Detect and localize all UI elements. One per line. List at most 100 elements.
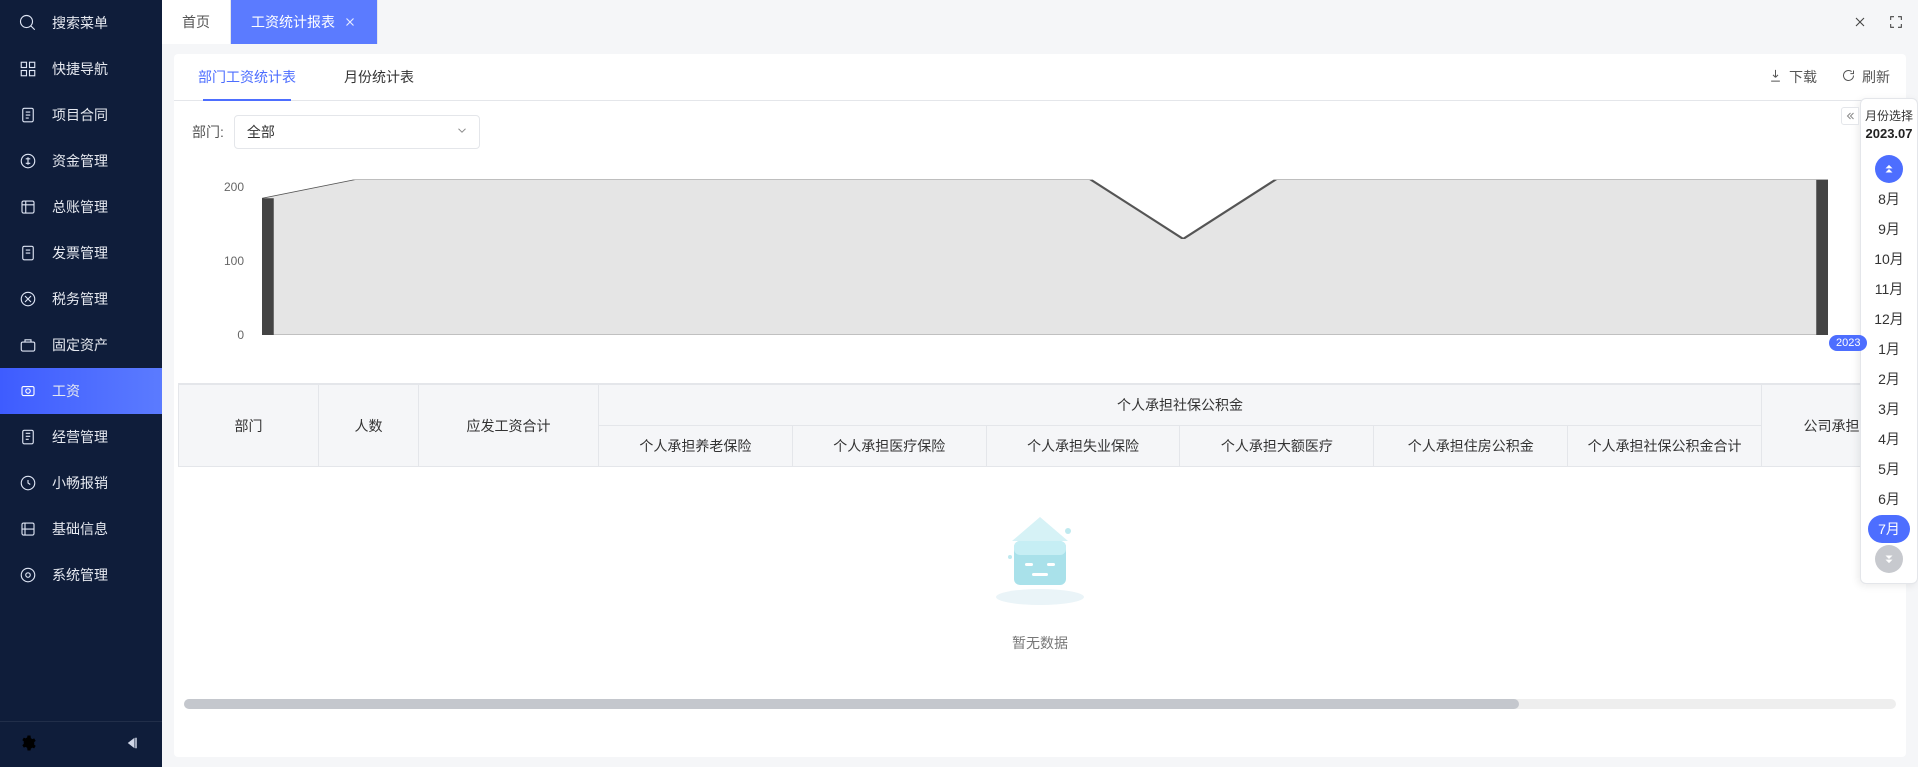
month-picker-item[interactable]: 9月 <box>1861 215 1917 243</box>
month-picker-item[interactable]: 1月 <box>1861 335 1917 363</box>
sidebar-item-doc[interactable]: 项目合同 <box>0 92 162 138</box>
chart-ytick: 0 <box>204 328 244 342</box>
th-sub: 个人承担社保公积金合计 <box>1568 426 1762 467</box>
download-label: 下载 <box>1789 67 1817 87</box>
refresh-label: 刷新 <box>1862 67 1890 87</box>
month-picker-year-badge: 2023 <box>1829 335 1867 351</box>
sidebar-item-system[interactable]: 系统管理 <box>0 552 162 598</box>
th-sub: 个人承担失业保险 <box>986 426 1180 467</box>
sidebar-item-base[interactable]: 基础信息 <box>0 506 162 552</box>
th-sub: 个人承担住房公积金 <box>1374 426 1568 467</box>
table-scroll[interactable]: 部门 人数 应发工资合计 个人承担社保公积金 公司承担 个人承担养老保险个人承担… <box>178 383 1902 467</box>
th-sub: 个人承担医疗保险 <box>792 426 986 467</box>
month-picker-current: 2023.07 <box>1861 126 1917 149</box>
tax-icon <box>18 289 38 309</box>
th-department: 部门 <box>179 385 319 467</box>
page-tab-salary-report[interactable]: 工资统计报表 <box>231 0 378 44</box>
month-picker-item[interactable]: 10月 <box>1861 245 1917 273</box>
sidebar-item-label: 搜索菜单 <box>52 13 108 33</box>
department-select-value: 全部 <box>247 122 275 142</box>
th-gross: 应发工资合计 <box>419 385 599 467</box>
sidebar-item-label: 小畅报销 <box>52 473 108 493</box>
month-picker-item[interactable]: 2月 <box>1861 365 1917 393</box>
sidebar-item-label: 发票管理 <box>52 243 108 263</box>
sidebar-item-expense[interactable]: 小畅报销 <box>0 460 162 506</box>
sidebar-items: 搜索菜单快捷导航项目合同资金管理总账管理发票管理税务管理固定资产工资经营管理小畅… <box>0 0 162 721</box>
workspace: 部门工资统计表 月份统计表 下载 刷新 <box>162 44 1918 767</box>
salary-icon <box>18 381 38 401</box>
sidebar-item-label: 基础信息 <box>52 519 108 539</box>
base-icon <box>18 519 38 539</box>
month-picker-item[interactable]: 5月 <box>1861 455 1917 483</box>
page-tab-label: 首页 <box>182 12 210 32</box>
horizontal-scrollbar[interactable] <box>184 699 1896 709</box>
department-select[interactable]: 全部 <box>234 115 480 149</box>
fullscreen-icon[interactable] <box>1888 14 1904 30</box>
subtab-month[interactable]: 月份统计表 <box>320 54 438 100</box>
subtab-department[interactable]: 部门工资统计表 <box>174 54 320 100</box>
month-picker-item[interactable]: 12月 <box>1861 305 1917 333</box>
month-picker-item[interactable]: 7月 <box>1868 515 1910 543</box>
sidebar-item-salary[interactable]: 工资 <box>0 368 162 414</box>
sidebar: 搜索菜单快捷导航项目合同资金管理总账管理发票管理税务管理固定资产工资经营管理小畅… <box>0 0 162 767</box>
empty-state-illustration <box>980 497 1100 617</box>
subtab-label: 部门工资统计表 <box>198 67 296 87</box>
filter-row: 部门: 全部 <box>174 101 1906 155</box>
sidebar-item-label: 固定资产 <box>52 335 108 355</box>
month-picker-down-button[interactable] <box>1875 545 1903 573</box>
th-sub: 个人承担大额医疗 <box>1180 426 1374 467</box>
month-picker-item[interactable]: 4月 <box>1861 425 1917 453</box>
ledger-icon <box>18 197 38 217</box>
chart-area <box>262 165 1828 335</box>
th-sub: 个人承担养老保险 <box>599 426 793 467</box>
money-icon <box>18 151 38 171</box>
month-picker-item[interactable]: 3月 <box>1861 395 1917 423</box>
search-icon <box>18 13 38 33</box>
chevron-down-icon <box>455 124 469 141</box>
sidebar-item-label: 资金管理 <box>52 151 108 171</box>
empty-state: 暂无数据 <box>174 467 1906 693</box>
collapse-sidebar-icon[interactable] <box>124 734 142 755</box>
month-picker: 月份选择 2023.07 8月9月10月11月12月20231月2月3月4月5月… <box>1860 98 1918 584</box>
refresh-button[interactable]: 刷新 <box>1841 67 1890 87</box>
sidebar-item-ledger[interactable]: 总账管理 <box>0 184 162 230</box>
th-group-personal: 个人承担社保公积金 <box>599 385 1762 426</box>
month-picker-expand-icon[interactable] <box>1841 107 1859 125</box>
refresh-icon <box>1841 68 1856 86</box>
close-all-tabs-icon[interactable] <box>1852 14 1868 30</box>
chart-ytick: 100 <box>204 254 244 268</box>
th-count: 人数 <box>319 385 419 467</box>
month-picker-up-button[interactable] <box>1875 155 1903 183</box>
report-subtabs: 部门工资统计表 月份统计表 下载 刷新 <box>174 54 1906 101</box>
sidebar-item-money[interactable]: 资金管理 <box>0 138 162 184</box>
subtab-label: 月份统计表 <box>344 67 414 87</box>
sidebar-item-label: 系统管理 <box>52 565 108 585</box>
download-button[interactable]: 下载 <box>1768 67 1817 87</box>
empty-state-text: 暂无数据 <box>1012 633 1068 653</box>
sidebar-item-biz[interactable]: 经营管理 <box>0 414 162 460</box>
sidebar-item-tax[interactable]: 税务管理 <box>0 276 162 322</box>
sidebar-item-grid[interactable]: 快捷导航 <box>0 46 162 92</box>
settings-icon[interactable] <box>20 734 38 755</box>
sidebar-item-invoice[interactable]: 发票管理 <box>0 230 162 276</box>
month-picker-item[interactable]: 8月 <box>1861 185 1917 213</box>
month-picker-item[interactable]: 6月 <box>1861 485 1917 513</box>
sidebar-item-label: 工资 <box>52 381 80 401</box>
month-picker-list: 8月9月10月11月12月20231月2月3月4月5月6月7月 <box>1861 149 1917 583</box>
doc-icon <box>18 105 38 125</box>
sidebar-item-label: 总账管理 <box>52 197 108 217</box>
sidebar-item-label: 项目合同 <box>52 105 108 125</box>
sidebar-item-search[interactable]: 搜索菜单 <box>0 0 162 46</box>
page-tab-home[interactable]: 首页 <box>162 0 231 44</box>
close-icon[interactable] <box>343 15 357 29</box>
chart-ytick: 200 <box>204 180 244 194</box>
asset-icon <box>18 335 38 355</box>
month-picker-item[interactable]: 11月 <box>1861 275 1917 303</box>
biz-icon <box>18 427 38 447</box>
expense-icon <box>18 473 38 493</box>
sidebar-item-label: 税务管理 <box>52 289 108 309</box>
page-tab-label: 工资统计报表 <box>251 12 335 32</box>
sidebar-item-asset[interactable]: 固定资产 <box>0 322 162 368</box>
sidebar-item-label: 快捷导航 <box>52 59 108 79</box>
page-tabbar-actions <box>1838 0 1918 44</box>
